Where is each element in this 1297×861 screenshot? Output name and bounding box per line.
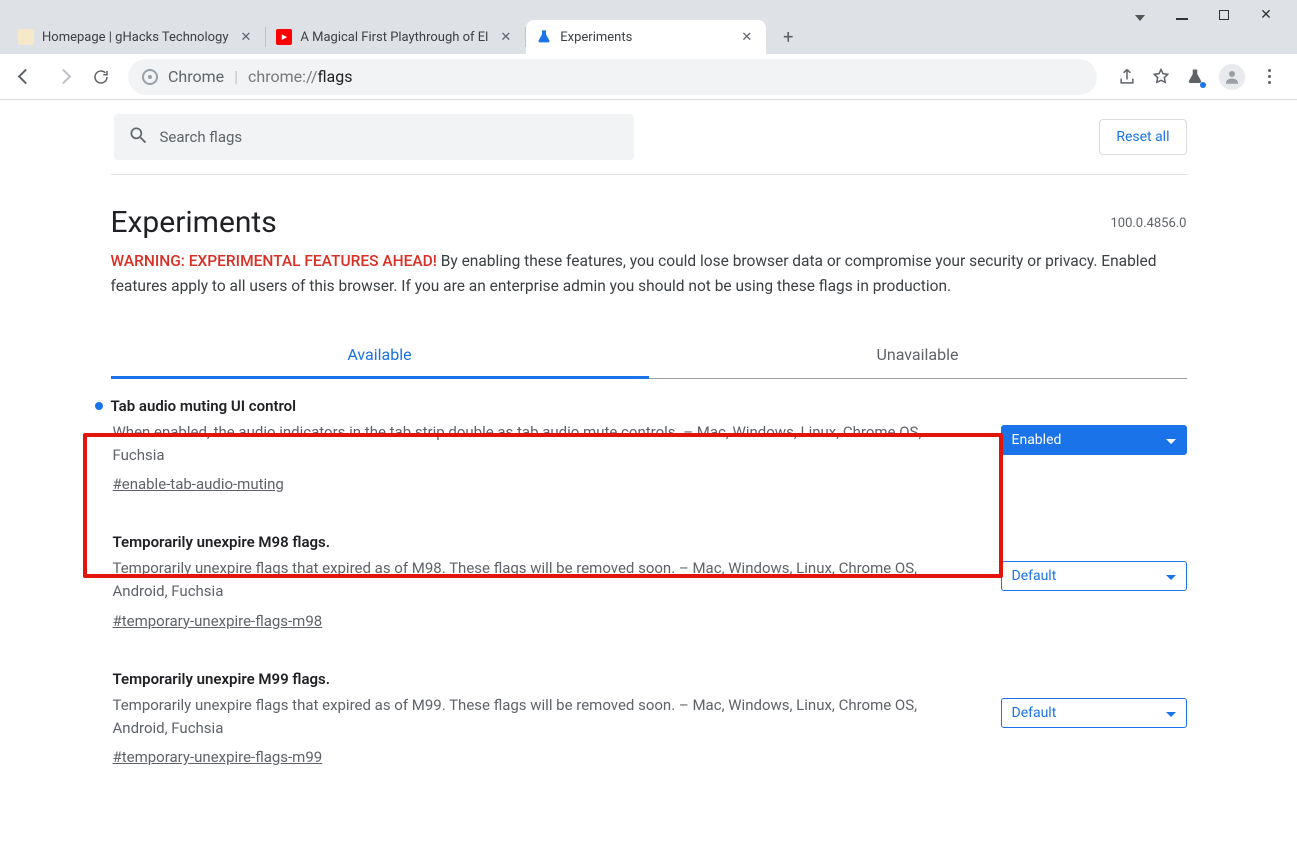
- browser-toolbar: Chrome | chrome://flags: [0, 54, 1297, 100]
- divider: [111, 174, 1187, 175]
- flag-description: When enabled, the audio indicators in th…: [113, 421, 971, 468]
- reset-all-button[interactable]: Reset all: [1099, 119, 1186, 155]
- close-tab-icon[interactable]: ✕: [737, 28, 756, 47]
- search-flags-input[interactable]: Search flags: [114, 114, 634, 160]
- flag-title: Tab audio muting UI control: [113, 397, 971, 415]
- tab-youtube[interactable]: A Magical First Playthrough of El ✕: [266, 20, 525, 54]
- search-placeholder: Search flags: [160, 128, 243, 146]
- warning-text: WARNING: EXPERIMENTAL FEATURES AHEAD! By…: [111, 249, 1187, 299]
- page-viewport: Search flags Reset all Experiments 100.0…: [0, 100, 1297, 861]
- profile-avatar-button[interactable]: [1219, 64, 1245, 90]
- flag-description: Temporarily unexpire flags that expired …: [113, 557, 971, 604]
- tab-title: A Magical First Playthrough of El: [300, 30, 488, 45]
- flag-state-select[interactable]: Default: [1001, 561, 1187, 591]
- share-icon[interactable]: [1117, 67, 1137, 87]
- close-window-button[interactable]: [1259, 8, 1273, 22]
- flag-state-select[interactable]: Enabled: [1001, 425, 1187, 455]
- reload-button[interactable]: [84, 60, 118, 94]
- flags-list: Tab audio muting UI control When enabled,…: [111, 379, 1187, 789]
- tab-title: Experiments: [560, 30, 729, 45]
- new-tab-button[interactable]: +: [774, 23, 802, 51]
- flag-state-select[interactable]: Default: [1001, 698, 1187, 728]
- kebab-menu-button[interactable]: [1259, 67, 1279, 87]
- forward-button[interactable]: [46, 60, 80, 94]
- chrome-scheme-icon: [142, 69, 158, 85]
- address-bar[interactable]: Chrome | chrome://flags: [128, 59, 1097, 95]
- maximize-button[interactable]: [1217, 8, 1231, 22]
- flag-title: Temporarily unexpire M98 flags.: [113, 533, 971, 551]
- tab-title: Homepage | gHacks Technology: [42, 30, 229, 45]
- flag-row: Temporarily unexpire M99 flags. Temporari…: [111, 652, 1187, 789]
- tab-unavailable[interactable]: Unavailable: [649, 333, 1187, 378]
- tab-available[interactable]: Available: [111, 333, 649, 378]
- flag-row: Temporarily unexpire M98 flags. Temporari…: [111, 515, 1187, 652]
- window-controls: [1109, 0, 1297, 30]
- chevron-down-icon: [1166, 568, 1176, 584]
- minimize-button[interactable]: [1175, 8, 1189, 22]
- flag-description: Temporarily unexpire flags that expired …: [113, 694, 971, 741]
- flag-row: Tab audio muting UI control When enabled,…: [111, 379, 1187, 516]
- search-icon: [128, 125, 148, 149]
- flag-tabs: Available Unavailable: [111, 333, 1187, 379]
- omnibox-separator: |: [234, 67, 238, 86]
- bookmark-star-icon[interactable]: [1151, 67, 1171, 87]
- back-button[interactable]: [8, 60, 42, 94]
- close-tab-icon[interactable]: ✕: [496, 28, 515, 47]
- chevron-down-icon: [1166, 432, 1176, 448]
- flag-title: Temporarily unexpire M99 flags.: [113, 670, 971, 688]
- close-tab-icon[interactable]: ✕: [237, 28, 256, 47]
- chevron-down-icon[interactable]: [1133, 8, 1147, 22]
- youtube-favicon-icon: [276, 29, 292, 45]
- warning-red-text: WARNING: EXPERIMENTAL FEATURES AHEAD!: [111, 252, 437, 270]
- tab-ghacks[interactable]: Homepage | gHacks Technology ✕: [8, 20, 265, 54]
- experiments-toolbar-icon[interactable]: [1185, 67, 1205, 87]
- omnibox-url: chrome://flags: [248, 67, 352, 86]
- flag-hash-link[interactable]: #enable-tab-audio-muting: [113, 475, 284, 493]
- tab-experiments[interactable]: Experiments ✕: [526, 20, 766, 54]
- flag-hash-link[interactable]: #temporary-unexpire-flags-m99: [113, 748, 323, 766]
- flag-hash-link[interactable]: #temporary-unexpire-flags-m98: [113, 612, 323, 630]
- omnibox-scheme-label: Chrome: [168, 67, 224, 86]
- tab-strip: Homepage | gHacks Technology ✕ A Magical…: [0, 0, 1297, 54]
- flask-favicon-icon: [536, 29, 552, 45]
- ghacks-favicon-icon: [18, 29, 34, 45]
- chevron-down-icon: [1166, 705, 1176, 721]
- modified-dot-icon: [95, 402, 103, 410]
